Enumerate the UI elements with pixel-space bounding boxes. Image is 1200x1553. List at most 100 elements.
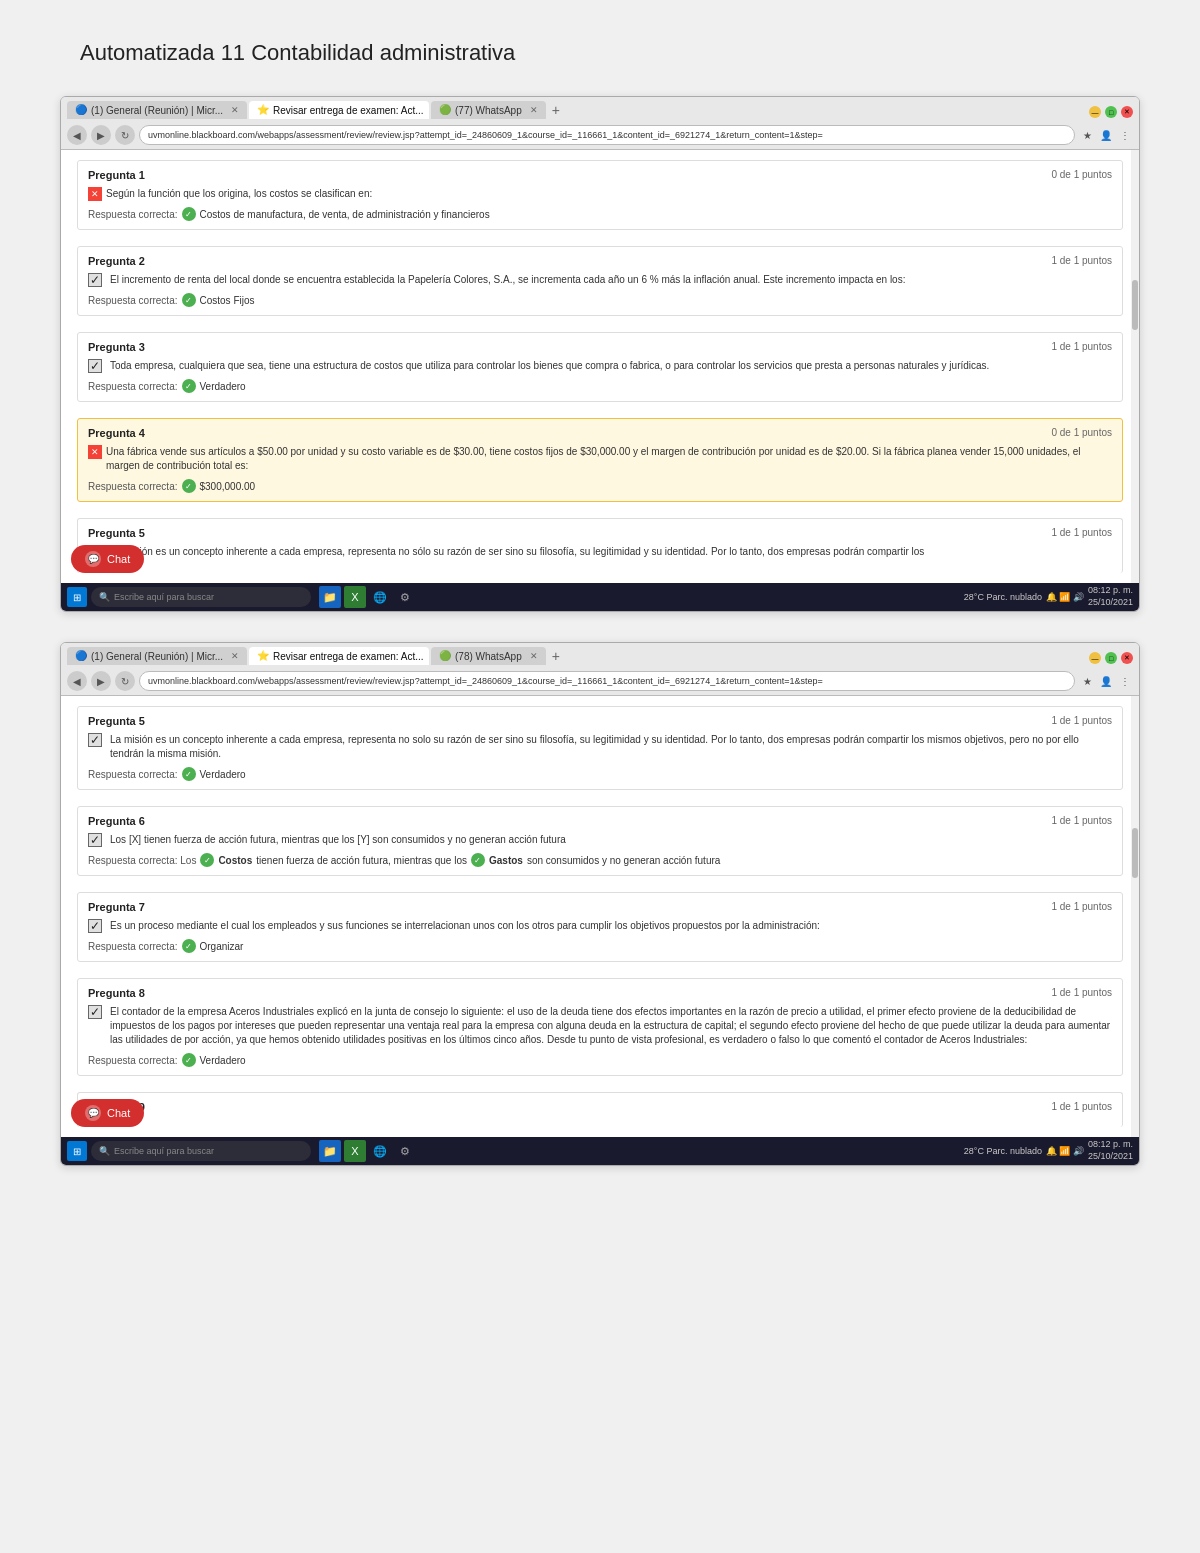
checkbox-q7: ✓ [88,919,102,933]
window-controls-2: — □ ✕ [1089,652,1133,664]
taskbar-app-excel-2[interactable]: X [344,1140,366,1162]
tab-close-wa-1[interactable]: ✕ [530,105,538,115]
time-display-2: 08:12 p. m. [1088,1139,1133,1151]
question-answer-q7: Respuesta correcta: ✓ Organizar [88,939,1112,953]
taskbar-app-edge-2[interactable]: 🌐 [369,1140,391,1162]
back-button-2[interactable]: ◀ [67,671,87,691]
answer-text-q3: Verdadero [200,381,246,392]
question-body-q5p: La misión es un concepto inherente a cad… [110,545,924,559]
address-bar-2[interactable]: uvmonline.blackboard.com/webapps/assessm… [139,671,1075,691]
menu-button-1[interactable]: ⋮ [1117,127,1133,143]
start-button-2[interactable]: ⊞ [67,1141,87,1161]
question-block-q1: Pregunta 1 0 de 1 puntos ✕ Según la func… [77,160,1123,230]
reload-button-2[interactable]: ↻ [115,671,135,691]
tab-whatsapp-2[interactable]: 🟢 (78) WhatsApp ✕ [431,647,546,665]
question-body-q2: El incremento de renta del local donde s… [110,273,905,287]
question-row-q3: ✓ Toda empresa, cualquiera que sea, tien… [88,359,1112,379]
tab-teams-1[interactable]: 🔵 (1) General (Reunión) | Micr... ✕ [67,101,247,119]
search-text-1: Escribe aquí para buscar [114,592,214,602]
question-block-q5-partial: Pregunta 5 1 de 1 puntos La misión es un… [77,518,1123,573]
answer-label-q8: Respuesta correcta: [88,1055,178,1066]
profile-button-1[interactable]: 👤 [1098,127,1114,143]
question-points-q7: 1 de 1 puntos [1051,901,1112,913]
question-points-q9: 1 de 1 puntos [1051,1101,1112,1113]
tab-teams-label-2: (1) General (Reunión) | Micr... [91,651,223,662]
new-tab-button-1[interactable]: + [548,102,564,118]
time-display-1: 08:12 p. m. [1088,585,1133,597]
browser-tabs-2: 🔵 (1) General (Reunión) | Micr... ✕ ⭐ Re… [67,647,564,665]
answer-text-q5: Verdadero [200,769,246,780]
tab-teams-2[interactable]: 🔵 (1) General (Reunión) | Micr... ✕ [67,647,247,665]
bookmark-button-2[interactable]: ★ [1079,673,1095,689]
question-body-q6: Los [X] tienen fuerza de acción futura, … [110,833,566,847]
chat-button-1[interactable]: 💬 Chat [71,545,144,573]
question-answer-q8: Respuesta correcta: ✓ Verdadero [88,1053,1112,1067]
answer-text-q4: $300,000.00 [200,481,256,492]
scrollbar-2[interactable] [1131,696,1139,1137]
wrong-icon-q4: ✕ [88,445,102,459]
question-title-q5p: Pregunta 5 [88,527,145,539]
chat-button-2[interactable]: 💬 Chat [71,1099,144,1127]
whatsapp-icon-2: 🟢 [439,650,451,662]
browser-actions-1: ★ 👤 ⋮ [1079,127,1133,143]
address-text-2: uvmonline.blackboard.com/webapps/assessm… [148,676,823,686]
question-answer-q5: Respuesta correcta: ✓ Verdadero [88,767,1112,781]
close-button-1[interactable]: ✕ [1121,106,1133,118]
tab-close-teams[interactable]: ✕ [231,105,239,115]
taskbar-search-2[interactable]: 🔍 Escribe aquí para buscar [91,1141,311,1161]
close-button-2[interactable]: ✕ [1121,652,1133,664]
forward-button-1[interactable]: ▶ [91,125,111,145]
tab-blackboard-1[interactable]: ⭐ Revisar entrega de examen: Act... ✕ [249,101,429,119]
tab-close-teams-2[interactable]: ✕ [231,651,239,661]
reload-button-1[interactable]: ↻ [115,125,135,145]
tab-teams-label: (1) General (Reunión) | Micr... [91,105,223,116]
browser-chrome-1: 🔵 (1) General (Reunión) | Micr... ✕ ⭐ Re… [61,97,1139,150]
tab-whatsapp-label-2: (78) WhatsApp [455,651,522,662]
blackboard-icon-2: ⭐ [257,650,269,662]
scrollbar-1[interactable] [1131,150,1139,583]
date-display-1: 25/10/2021 [1088,597,1133,609]
taskbar-app-explorer-1[interactable]: 📁 [319,586,341,608]
forward-button-2[interactable]: ▶ [91,671,111,691]
question-header-q9: Pregunta 9 1 de 1 puntos [88,1101,1112,1113]
temperature-2: 28°C Parc. nublado [964,1146,1042,1156]
question-points-q1: 0 de 1 puntos [1051,169,1112,181]
taskbar-app-gear-1[interactable]: ⚙ [394,586,416,608]
tab-blackboard-label-1: Revisar entrega de examen: Act... [273,105,424,116]
menu-button-2[interactable]: ⋮ [1117,673,1133,689]
question-answer-q1: Respuesta correcta: ✓ Costos de manufact… [88,207,1112,221]
question-points-q5p: 1 de 1 puntos [1051,527,1112,539]
teams-icon-2: 🔵 [75,650,87,662]
maximize-button-1[interactable]: □ [1105,106,1117,118]
address-bar-1[interactable]: uvmonline.blackboard.com/webapps/assessm… [139,125,1075,145]
question-answer-q3: Respuesta correcta: ✓ Verdadero [88,379,1112,393]
answer-label-q5: Respuesta correcta: [88,769,178,780]
question-answer-q2: Respuesta correcta: ✓ Costos Fijos [88,293,1112,307]
question-header-q8: Pregunta 8 1 de 1 puntos [88,987,1112,999]
tab-close-wa-2[interactable]: ✕ [530,651,538,661]
new-tab-button-2[interactable]: + [548,648,564,664]
start-button-1[interactable]: ⊞ [67,587,87,607]
taskbar-app-edge-1[interactable]: 🌐 [369,586,391,608]
question-row-q8: ✓ El contador de la empresa Aceros Indus… [88,1005,1112,1053]
taskbar-app-explorer-2[interactable]: 📁 [319,1140,341,1162]
taskbar-app-gear-2[interactable]: ⚙ [394,1140,416,1162]
back-button-1[interactable]: ◀ [67,125,87,145]
question-header-q5: Pregunta 5 1 de 1 puntos [88,715,1112,727]
bookmark-button-1[interactable]: ★ [1079,127,1095,143]
window-controls-1: — □ ✕ [1089,106,1133,118]
answer-text-q1: Costos de manufactura, de venta, de admi… [200,209,490,220]
question-title-q3: Pregunta 3 [88,341,145,353]
profile-button-2[interactable]: 👤 [1098,673,1114,689]
tab-blackboard-2[interactable]: ⭐ Revisar entrega de examen: Act... ✕ [249,647,429,665]
minimize-button-2[interactable]: — [1089,652,1101,664]
taskbar-search-1[interactable]: 🔍 Escribe aquí para buscar [91,587,311,607]
checkbox-q3: ✓ [88,359,102,373]
maximize-button-2[interactable]: □ [1105,652,1117,664]
tab-whatsapp-1[interactable]: 🟢 (77) WhatsApp ✕ [431,101,546,119]
question-block-q8: Pregunta 8 1 de 1 puntos ✓ El contador d… [77,978,1123,1076]
minimize-button-1[interactable]: — [1089,106,1101,118]
search-text-2: Escribe aquí para buscar [114,1146,214,1156]
taskbar-app-excel-1[interactable]: X [344,586,366,608]
answer-text-q7: Organizar [200,941,244,952]
